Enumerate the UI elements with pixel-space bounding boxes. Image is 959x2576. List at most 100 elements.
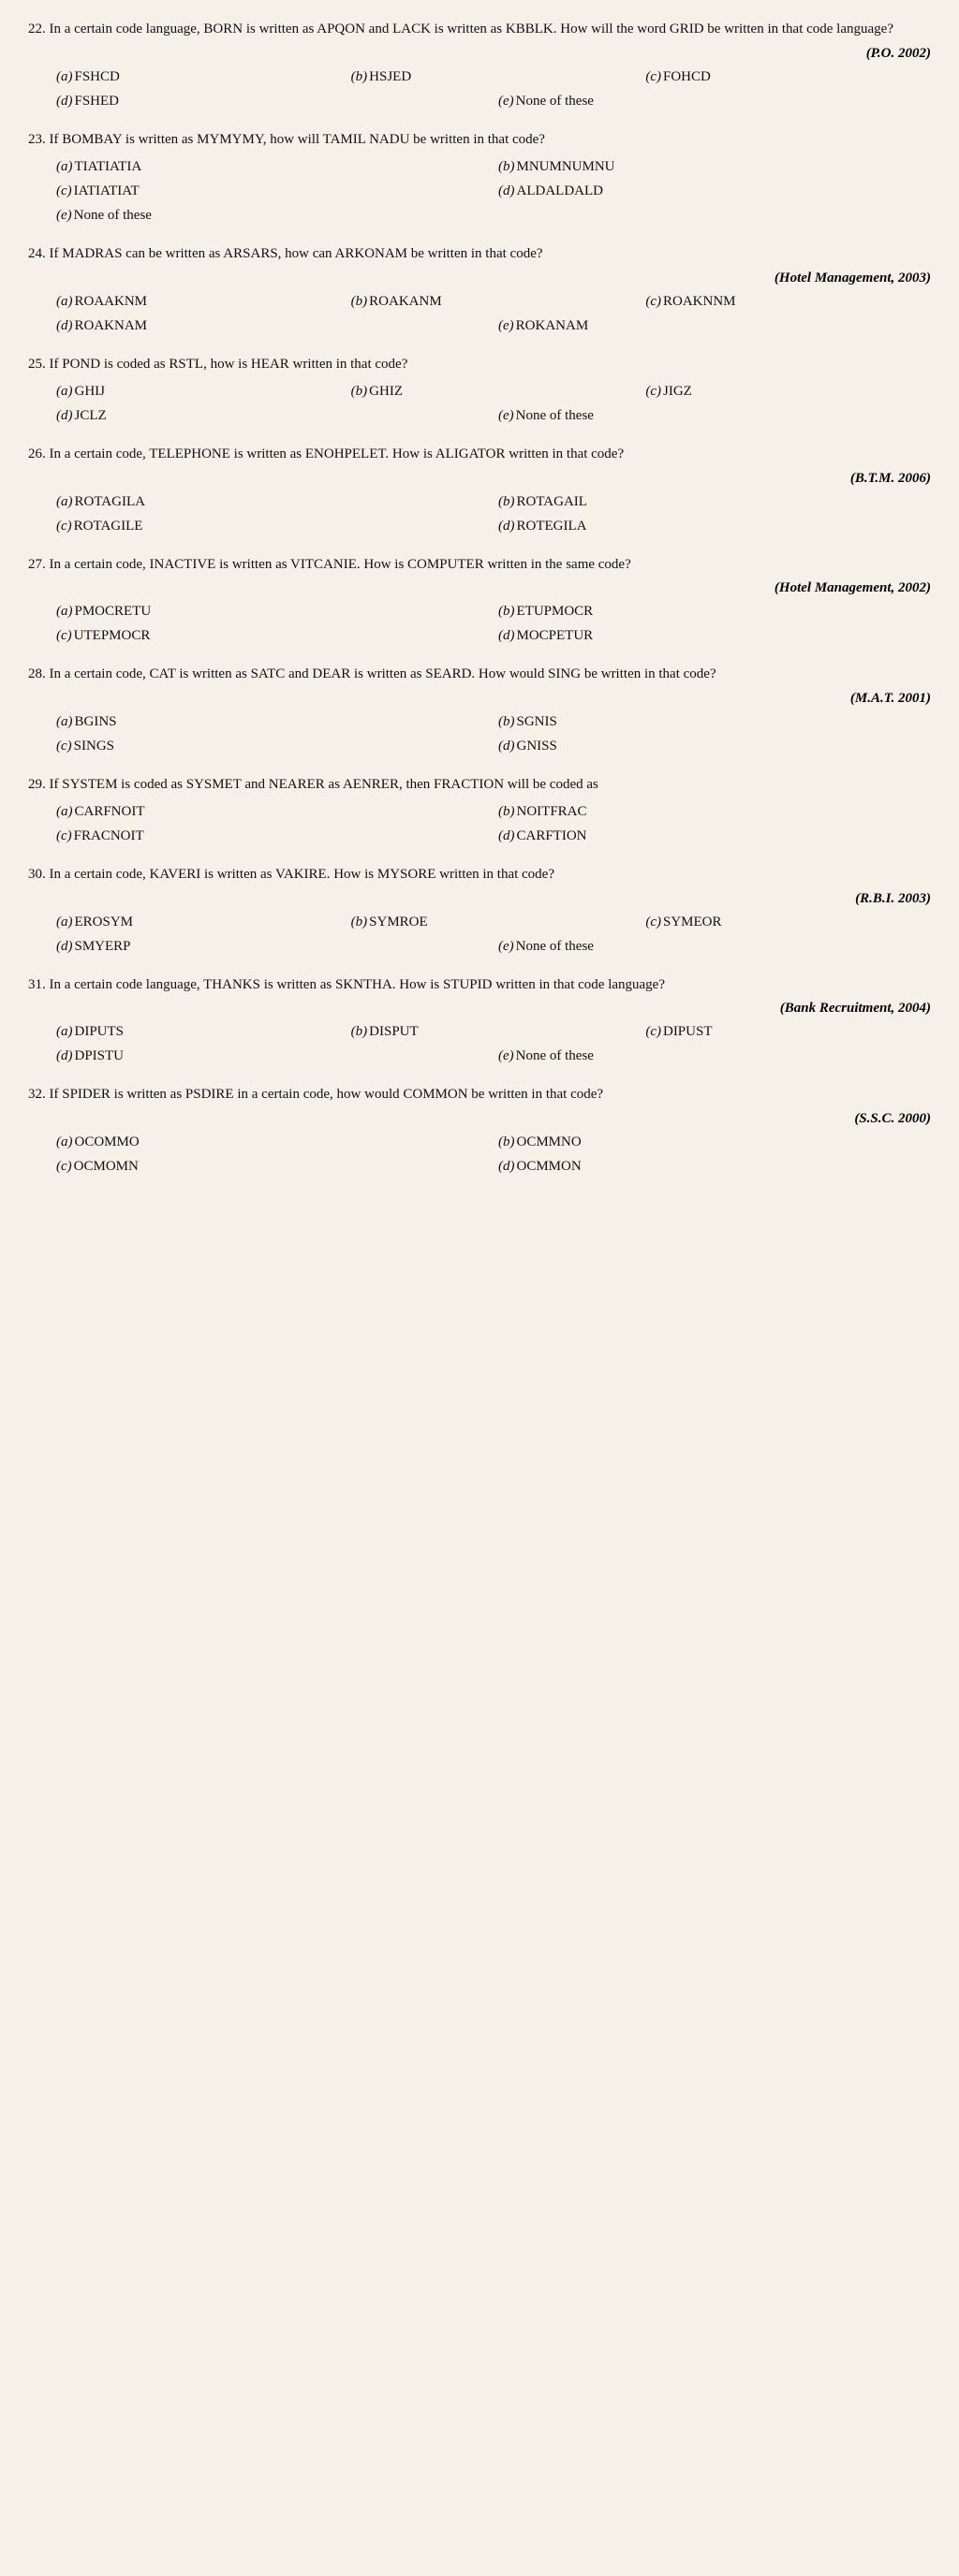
question-text-24: 24. If MADRAS can be written as ARSARS, … — [28, 243, 931, 265]
option-value: OCMMON — [517, 1159, 582, 1174]
option-value: MNUMNUMNU — [517, 159, 615, 174]
option: (d)OCMMON — [498, 1155, 931, 1178]
option: (b)ROTAGAIL — [498, 490, 931, 513]
question-number: 27. — [28, 557, 50, 572]
option: (a)DIPUTS — [56, 1020, 342, 1043]
option-label: (b) — [351, 1024, 368, 1039]
option-label: (d) — [56, 408, 73, 423]
option-value: FOHCD — [663, 69, 711, 84]
option: (d)SMYERP — [56, 935, 489, 958]
option-label: (e) — [498, 408, 514, 423]
option-value: ROAKNAM — [75, 318, 148, 333]
options-row-2: (c)ROTAGILE(d)ROTEGILA — [28, 515, 931, 537]
option: (c)JIGZ — [645, 380, 931, 402]
question-body: If SPIDER is written as PSDIRE in a cert… — [50, 1087, 604, 1102]
source-ref: (R.B.I. 2003) — [28, 891, 931, 907]
option-label: (c) — [56, 828, 72, 843]
question-text-25: 25. If POND is coded as RSTL, how is HEA… — [28, 354, 931, 375]
option: (d)ROAKNAM — [56, 315, 489, 337]
options-row-3: (e)None of these — [28, 204, 931, 227]
question-text-26: 26. In a certain code, TELEPHONE is writ… — [28, 444, 931, 465]
option-value: FSHED — [75, 94, 120, 109]
option: (a)BGINS — [56, 710, 489, 733]
question-text-32: 32. If SPIDER is written as PSDIRE in a … — [28, 1084, 931, 1105]
question-text-30: 30. In a certain code, KAVERI is written… — [28, 864, 931, 886]
question-text-23: 23. If BOMBAY is written as MYMYMY, how … — [28, 129, 931, 151]
question-number: 32. — [28, 1087, 50, 1102]
option-label: (a) — [56, 1134, 73, 1149]
option-value: EROSYM — [75, 915, 134, 929]
options-row-1: (a)ROTAGILA(b)ROTAGAIL — [28, 490, 931, 513]
option-value: OCMMNO — [517, 1134, 582, 1149]
question-block-31: 31. In a certain code language, THANKS i… — [28, 974, 931, 1068]
option-value: SGNIS — [517, 714, 557, 729]
option: (b)ROAKANM — [351, 290, 637, 313]
question-number: 24. — [28, 246, 50, 261]
question-number: 23. — [28, 132, 50, 147]
options-row-2: (c)OCMOMN(d)OCMMON — [28, 1155, 931, 1178]
option-label: (b) — [498, 1134, 515, 1149]
option-label: (d) — [498, 828, 515, 843]
option-value: SYMEOR — [663, 915, 722, 929]
option: (b)OCMMNO — [498, 1131, 931, 1153]
option-value: SINGS — [74, 739, 114, 754]
option-value: OCOMMO — [75, 1134, 140, 1149]
option: (d)ROTEGILA — [498, 515, 931, 537]
question-number: 30. — [28, 867, 50, 882]
question-body: In a certain code, KAVERI is written as … — [50, 867, 555, 882]
source-ref: (B.T.M. 2006) — [28, 471, 931, 487]
option: (e)None of these — [498, 1045, 931, 1067]
question-text-27: 27. In a certain code, INACTIVE is writt… — [28, 554, 931, 576]
option: (d)ALDALDALD — [498, 180, 931, 202]
options-row-2: (c)UTEPMOCR(d)MOCPETUR — [28, 624, 931, 647]
options-row-1: (a)FSHCD(b)HSJED(c)FOHCD — [28, 66, 931, 88]
option: (a)TIATIATIA — [56, 155, 489, 178]
option-label: (b) — [498, 714, 515, 729]
option-label: (c) — [56, 183, 72, 198]
question-number: 29. — [28, 777, 50, 792]
option-label: (d) — [56, 318, 73, 333]
question-body: In a certain code, INACTIVE is written a… — [50, 557, 631, 572]
option-label: (d) — [498, 628, 515, 643]
option-label: (b) — [498, 604, 515, 619]
options-row-2: (c)SINGS (d)GNISS — [28, 735, 931, 757]
option-value: UTEPMOCR — [74, 628, 151, 643]
option: (e)ROKANAM — [498, 315, 931, 337]
option-value: ETUPMOCR — [517, 604, 594, 619]
option-label: (c) — [645, 1024, 661, 1039]
question-block-22: 22. In a certain code language, BORN is … — [28, 19, 931, 112]
option: (c)SINGS — [56, 735, 489, 757]
option-label: (c) — [645, 384, 661, 399]
question-block-26: 26. In a certain code, TELEPHONE is writ… — [28, 444, 931, 537]
question-number: 31. — [28, 977, 50, 992]
option: (b)SGNIS — [498, 710, 931, 733]
option-label: (a) — [56, 1024, 73, 1039]
option-value: GHIJ — [75, 384, 106, 399]
option-label: (b) — [351, 69, 368, 84]
options-row-1: (a)CARFNOIT(b)NOITFRAC — [28, 800, 931, 823]
option-label: (c) — [56, 628, 72, 643]
option-value: ROAKNNM — [663, 294, 736, 309]
option-label: (a) — [56, 69, 73, 84]
option-value: None of these — [516, 939, 594, 954]
option-label: (c) — [645, 69, 661, 84]
question-text-22: 22. In a certain code language, BORN is … — [28, 19, 931, 40]
option-value: ROTAGAIL — [517, 494, 587, 509]
option: (b)NOITFRAC — [498, 800, 931, 823]
options-row-2: (d)JCLZ(e)None of these — [28, 404, 931, 427]
option: (d)CARFTION — [498, 825, 931, 847]
option: (b)GHIZ — [351, 380, 637, 402]
option-label: (b) — [351, 915, 368, 929]
options-row-1: (a)OCOMMO (b)OCMMNO — [28, 1131, 931, 1153]
source-ref: (Hotel Management, 2003) — [28, 271, 931, 286]
option-label: (a) — [56, 804, 73, 819]
options-row-1: (a)GHIJ(b)GHIZ(c)JIGZ — [28, 380, 931, 402]
option-value: JCLZ — [75, 408, 107, 423]
option: (d)GNISS — [498, 735, 931, 757]
option-label: (b) — [351, 384, 368, 399]
option-value: FRACNOIT — [74, 828, 144, 843]
question-body: In a certain code, CAT is written as SAT… — [50, 666, 716, 681]
option-label: (d) — [56, 1048, 73, 1063]
option: (b)HSJED — [351, 66, 637, 88]
question-block-27: 27. In a certain code, INACTIVE is writt… — [28, 554, 931, 648]
